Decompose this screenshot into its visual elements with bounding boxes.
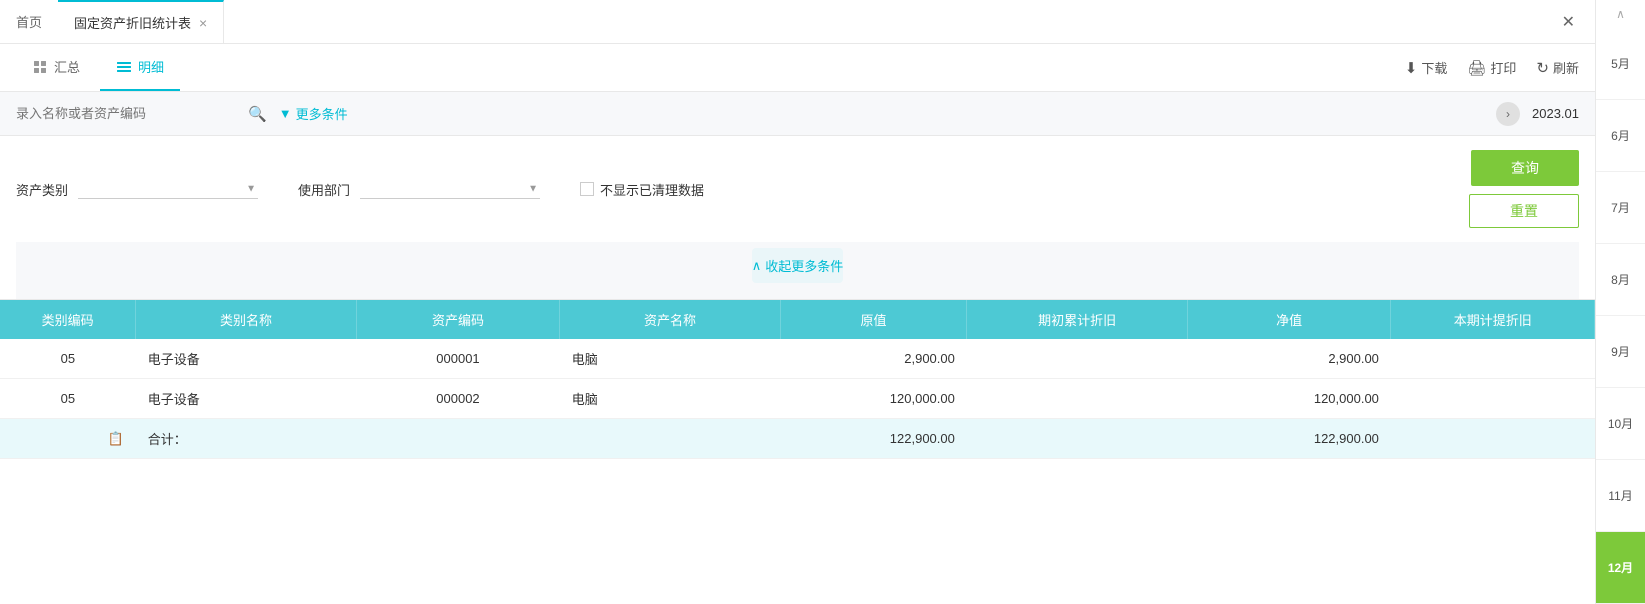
top-nav: 首页 固定资产折旧统计表 × ✕ — [0, 0, 1595, 44]
cell-net-value: 120,000.00 — [1187, 379, 1391, 419]
refresh-icon: ↻ — [1536, 59, 1549, 77]
cell-accumulated-depreciation — [967, 339, 1188, 379]
month-8[interactable]: 8月 — [1596, 244, 1645, 316]
summary-icon — [32, 59, 48, 75]
col-original-value: 原值 — [780, 300, 967, 339]
total-icon: 📋 — [0, 419, 136, 459]
download-icon: ⬇ — [1405, 59, 1418, 77]
collapse-label: 收起更多条件 — [765, 256, 843, 275]
print-label: 打印 — [1490, 58, 1516, 77]
col-category-code: 类别编码 — [0, 300, 136, 339]
right-sidebar: ∧ 5月 6月 7月 8月 9月 10月 11月 12月 — [1595, 0, 1645, 604]
filters-area: 资产类别 ▼ 使用部门 ▼ 不显示已清理数 — [0, 136, 1595, 300]
no-cleared-label: 不显示已清理数据 — [600, 180, 704, 199]
cell-category-name: 电子设备 — [136, 339, 357, 379]
search-bar: 🔍 ▼ 更多条件 › 2023.01 — [0, 92, 1595, 136]
cell-category-code: 05 — [0, 339, 136, 379]
department-select[interactable] — [360, 179, 540, 199]
col-accumulated-depreciation: 期初累计折旧 — [967, 300, 1188, 339]
table-header-row: 类别编码 类别名称 资产编码 资产名称 原值 期初累计折旧 净值 本期计提折旧 — [0, 300, 1595, 339]
refresh-label: 刷新 — [1553, 58, 1579, 77]
no-cleared-checkbox[interactable] — [580, 182, 594, 196]
close-window-button[interactable]: ✕ — [1542, 12, 1595, 32]
col-current-depreciation: 本期计提折旧 — [1391, 300, 1595, 339]
nav-home[interactable]: 首页 — [0, 0, 58, 43]
filter-actions: 查询 重置 — [1469, 150, 1579, 228]
search-input[interactable] — [16, 106, 236, 121]
filter-more-button[interactable]: ▼ 更多条件 — [279, 104, 348, 123]
tab-summary-label: 汇总 — [54, 57, 80, 76]
month-5[interactable]: 5月 — [1596, 28, 1645, 100]
tab-detail[interactable]: 明细 — [100, 44, 180, 91]
search-icon: 🔍 — [248, 105, 267, 123]
month-12[interactable]: 12月 — [1596, 532, 1645, 604]
cell-current-depreciation — [1391, 339, 1595, 379]
no-cleared-field: 不显示已清理数据 — [580, 180, 704, 199]
download-button[interactable]: ⬇ 下载 — [1405, 58, 1448, 77]
table-total-row: 📋 合计： 122,900.00 122,900.00 — [0, 419, 1595, 459]
print-button[interactable]: 🖨 打印 — [1467, 58, 1516, 77]
collapse-up-icon: ∧ — [752, 258, 762, 274]
query-button[interactable]: 查询 — [1471, 150, 1579, 186]
cell-accumulated-depreciation — [967, 379, 1188, 419]
department-field: 使用部门 ▼ — [298, 179, 540, 199]
filters-row: 资产类别 ▼ 使用部门 ▼ 不显示已清理数 — [16, 150, 1579, 228]
cell-category-name: 电子设备 — [136, 379, 357, 419]
collapse-bar[interactable]: ∧ 收起更多条件 — [752, 248, 844, 283]
cell-current-depreciation — [1391, 379, 1595, 419]
total-original-value: 122,900.00 — [780, 419, 967, 459]
month-7[interactable]: 7月 — [1596, 172, 1645, 244]
cell-original-value: 120,000.00 — [780, 379, 967, 419]
col-asset-code: 资产编码 — [356, 300, 560, 339]
total-label: 合计： — [136, 419, 781, 459]
detail-icon — [116, 59, 132, 75]
asset-type-select[interactable] — [78, 179, 258, 199]
month-6[interactable]: 6月 — [1596, 100, 1645, 172]
toolbar-actions: ⬇ 下载 🖨 打印 ↻ 刷新 — [1405, 58, 1579, 77]
col-asset-name: 资产名称 — [560, 300, 781, 339]
toolbar: 汇总 明细 ⬇ 下载 🖨 打印 ↻ 刷新 — [0, 44, 1595, 92]
table-container: 类别编码 类别名称 资产编码 资产名称 原值 期初累计折旧 净值 本期计提折旧 … — [0, 300, 1595, 604]
month-11[interactable]: 11月 — [1596, 460, 1645, 532]
data-table: 类别编码 类别名称 资产编码 资产名称 原值 期初累计折旧 净值 本期计提折旧 … — [0, 300, 1595, 459]
date-badge: 2023.01 — [1532, 106, 1579, 121]
filter-icon: ▼ — [279, 106, 292, 121]
scroll-up-button[interactable]: ∧ — [1596, 0, 1645, 28]
table-row: 05 电子设备 000001 电脑 2,900.00 2,900.00 — [0, 339, 1595, 379]
col-category-name: 类别名称 — [136, 300, 357, 339]
close-tab-icon[interactable]: × — [199, 15, 207, 31]
table-row: 05 电子设备 000002 电脑 120,000.00 120,000.00 — [0, 379, 1595, 419]
cell-asset-name: 电脑 — [560, 339, 781, 379]
cell-category-code: 05 — [0, 379, 136, 419]
collapse-wrapper: ∧ 收起更多条件 — [16, 242, 1579, 299]
reset-button[interactable]: 重置 — [1469, 194, 1579, 228]
nav-arrow-right[interactable]: › — [1496, 102, 1520, 126]
month-10[interactable]: 10月 — [1596, 388, 1645, 460]
tab-label: 固定资产折旧统计表 — [74, 13, 191, 32]
cell-original-value: 2,900.00 — [780, 339, 967, 379]
department-label: 使用部门 — [298, 180, 350, 199]
cell-net-value: 2,900.00 — [1187, 339, 1391, 379]
total-current-depreciation — [1391, 419, 1595, 459]
print-icon: 🖨 — [1467, 59, 1486, 77]
nav-tab-fixed-assets[interactable]: 固定资产折旧统计表 × — [58, 0, 224, 43]
cell-asset-name: 电脑 — [560, 379, 781, 419]
cell-asset-code: 000002 — [356, 379, 560, 419]
month-9[interactable]: 9月 — [1596, 316, 1645, 388]
refresh-button[interactable]: ↻ 刷新 — [1536, 58, 1579, 77]
asset-type-label: 资产类别 — [16, 180, 68, 199]
asset-type-field: 资产类别 ▼ — [16, 179, 258, 199]
tab-detail-label: 明细 — [138, 57, 164, 76]
filter-more-label: 更多条件 — [296, 104, 348, 123]
total-accumulated-depreciation — [967, 419, 1188, 459]
total-net-value: 122,900.00 — [1187, 419, 1391, 459]
download-label: 下载 — [1421, 58, 1447, 77]
cell-asset-code: 000001 — [356, 339, 560, 379]
col-net-value: 净值 — [1187, 300, 1391, 339]
tab-summary[interactable]: 汇总 — [16, 44, 96, 91]
